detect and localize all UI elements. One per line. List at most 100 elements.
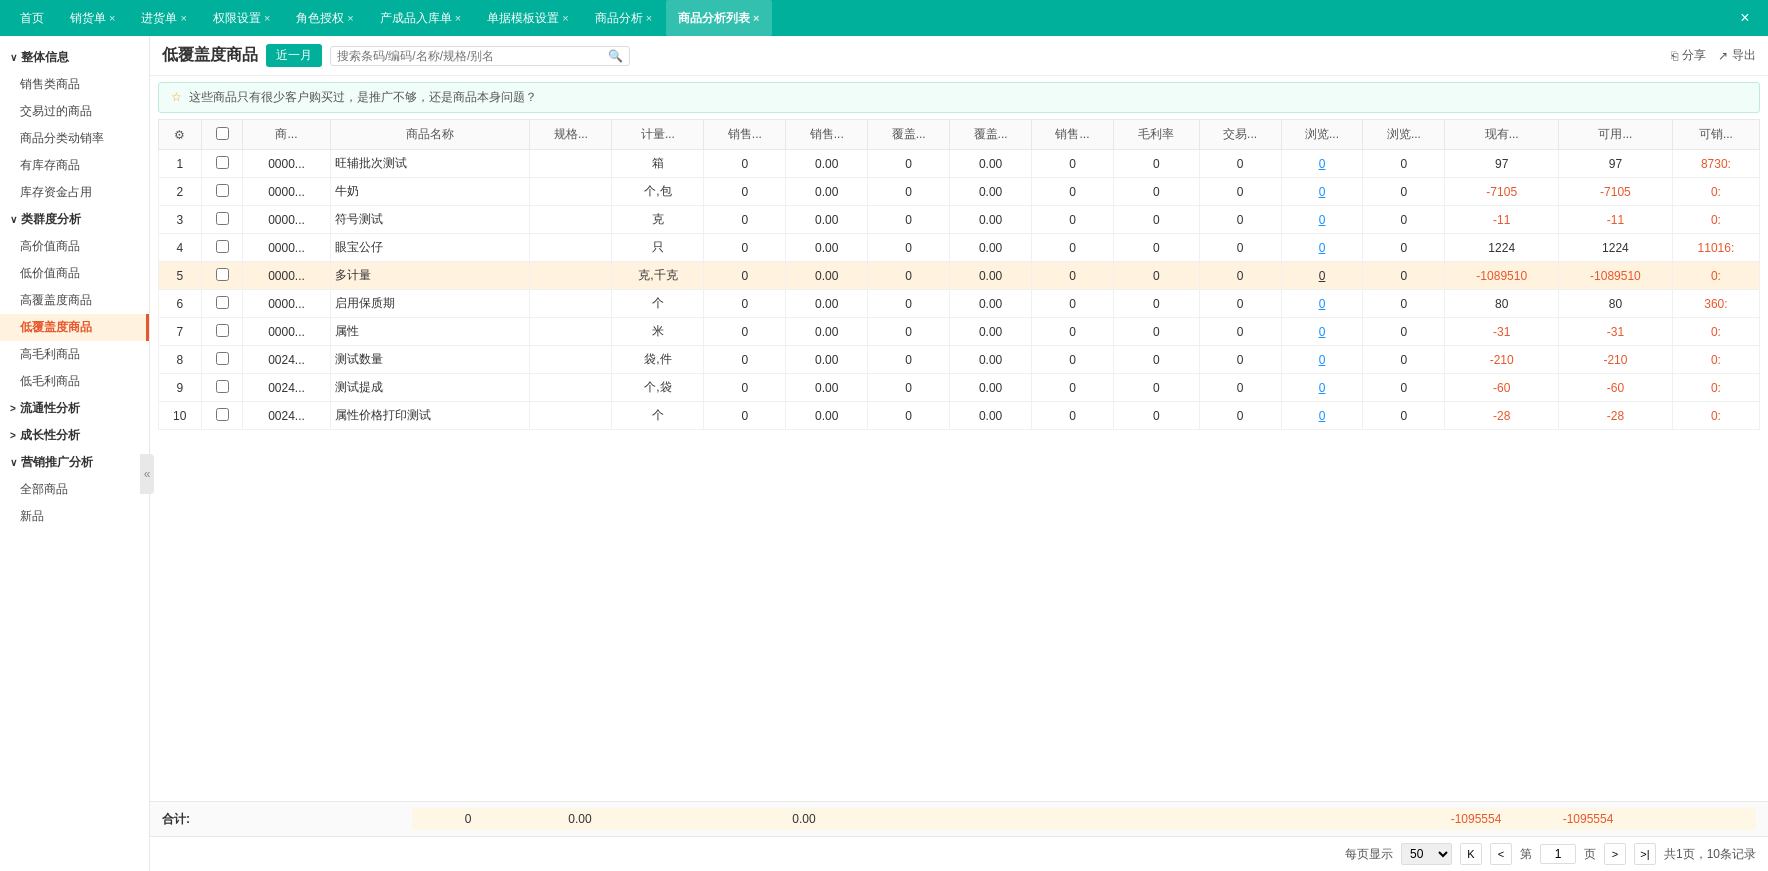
search-icon[interactable]: 🔍 (608, 49, 623, 63)
nav-close-sales[interactable]: × (109, 12, 115, 24)
nav-close-role[interactable]: × (347, 12, 353, 24)
share-button[interactable]: ⎗ 分享 (1671, 47, 1706, 64)
row-checkbox[interactable] (216, 324, 229, 337)
row-browse1[interactable]: 0 (1281, 262, 1363, 290)
row-check[interactable] (201, 262, 243, 290)
row-stock-avail: 1224 (1559, 234, 1673, 262)
nav-purchase[interactable]: 进货单 × (129, 0, 198, 36)
row-browse1[interactable]: 0 (1281, 206, 1363, 234)
summary-label: 合计: (162, 811, 190, 828)
nav-close-template[interactable]: × (562, 12, 568, 24)
sidebar-item-category-rate[interactable]: 商品分类动销率 (0, 125, 149, 152)
row-browse1[interactable]: 0 (1281, 290, 1363, 318)
row-name: 牛奶 (330, 178, 530, 206)
nav-close-purchase[interactable]: × (180, 12, 186, 24)
nav-close-analysis[interactable]: × (646, 12, 652, 24)
nav-home[interactable]: 首页 (8, 0, 56, 36)
row-trade: 0 (1199, 206, 1281, 234)
row-checkbox[interactable] (216, 184, 229, 197)
row-name: 属性 (330, 318, 530, 346)
sidebar-item-all-goods[interactable]: 全部商品 (0, 476, 149, 503)
row-check[interactable] (201, 150, 243, 178)
row-cover-qty: 0 (868, 374, 950, 402)
sidebar-item-high-coverage[interactable]: 高覆盖度商品 (0, 287, 149, 314)
nav-template[interactable]: 单据模板设置 × (475, 0, 580, 36)
sidebar-item-traded-goods[interactable]: 交易过的商品 (0, 98, 149, 125)
nav-inventory[interactable]: 产成品入库单 × (368, 0, 473, 36)
nav-role[interactable]: 角色授权 × (284, 0, 365, 36)
row-cover-rate: 0.00 (950, 262, 1032, 290)
row-gross-rate: 0 (1113, 150, 1199, 178)
row-checkbox[interactable] (216, 212, 229, 225)
row-stock-cur: 97 (1445, 150, 1559, 178)
row-checkbox[interactable] (216, 408, 229, 421)
page-input[interactable] (1540, 844, 1576, 864)
sidebar-section-cluster[interactable]: ∨ 类群度分析 (0, 206, 149, 233)
next-page-btn[interactable]: > (1604, 843, 1626, 865)
row-checkbox[interactable] (216, 156, 229, 169)
period-button[interactable]: 近一月 (266, 44, 322, 67)
nav-sales[interactable]: 销货单 × (58, 0, 127, 36)
row-browse1[interactable]: 0 (1281, 178, 1363, 206)
row-check[interactable] (201, 206, 243, 234)
row-check[interactable] (201, 290, 243, 318)
sidebar-item-high-value[interactable]: 高价值商品 (0, 233, 149, 260)
row-check[interactable] (201, 318, 243, 346)
row-checkbox[interactable] (216, 296, 229, 309)
sidebar-section-liquidity[interactable]: > 流通性分析 (0, 395, 149, 422)
sidebar-section-growth[interactable]: > 成长性分析 (0, 422, 149, 449)
row-browse1[interactable]: 0 (1281, 318, 1363, 346)
row-check[interactable] (201, 402, 243, 430)
summary-stock-sell (1644, 808, 1756, 830)
th-settings[interactable]: ⚙ (159, 120, 202, 150)
data-table-container[interactable]: ⚙ 商... 商品名称 规格... 计量... 销售... 销售... 覆盖..… (150, 119, 1768, 801)
nav-permissions[interactable]: 权限设置 × (201, 0, 282, 36)
section-arrow-cluster: ∨ (10, 214, 17, 225)
row-browse1[interactable]: 0 (1281, 150, 1363, 178)
window-close-btn[interactable]: × (1730, 3, 1760, 33)
nav-close-permissions[interactable]: × (264, 12, 270, 24)
nav-analysis-list[interactable]: 商品分析列表 × (666, 0, 771, 36)
sidebar-item-stocked-goods[interactable]: 有库存商品 (0, 152, 149, 179)
summary-stock-avail: -1095554 (1532, 808, 1644, 830)
row-browse1[interactable]: 0 (1281, 346, 1363, 374)
row-checkbox[interactable] (216, 352, 229, 365)
row-sales-qty: 0 (704, 178, 786, 206)
last-page-btn[interactable]: >| (1634, 843, 1656, 865)
sidebar-item-low-value[interactable]: 低价值商品 (0, 260, 149, 287)
sidebar-item-new-goods[interactable]: 新品 (0, 503, 149, 530)
row-checkbox[interactable] (216, 268, 229, 281)
sidebar-item-high-margin[interactable]: 高毛利商品 (0, 341, 149, 368)
search-input[interactable] (337, 49, 608, 63)
row-checkbox[interactable] (216, 240, 229, 253)
row-check[interactable] (201, 234, 243, 262)
sidebar-item-stock-capital[interactable]: 库存资金占用 (0, 179, 149, 206)
per-page-select[interactable]: 50 20 100 (1401, 843, 1452, 865)
row-check[interactable] (201, 178, 243, 206)
row-check[interactable] (201, 374, 243, 402)
sidebar-item-low-margin[interactable]: 低毛利商品 (0, 368, 149, 395)
th-check[interactable] (201, 120, 243, 150)
sidebar-item-sales-goods[interactable]: 销售类商品 (0, 71, 149, 98)
nav-close-inventory[interactable]: × (455, 12, 461, 24)
export-button[interactable]: ↗ 导出 (1718, 47, 1756, 64)
row-checkbox[interactable] (216, 380, 229, 393)
row-code: 0024... (243, 402, 330, 430)
row-stock-sell: 360: (1672, 290, 1759, 318)
row-browse1[interactable]: 0 (1281, 402, 1363, 430)
sidebar-section-overview[interactable]: ∨ 整体信息 (0, 44, 149, 71)
row-browse1[interactable]: 0 (1281, 374, 1363, 402)
row-check[interactable] (201, 346, 243, 374)
sidebar-item-low-coverage[interactable]: 低覆盖度商品 (0, 314, 149, 341)
sidebar-section-marketing[interactable]: ∨ 营销推广分析 (0, 449, 149, 476)
select-all-checkbox[interactable] (216, 127, 229, 140)
nav-analysis[interactable]: 商品分析 × (583, 0, 664, 36)
row-sales-amt: 0.00 (786, 234, 868, 262)
row-browse1[interactable]: 0 (1281, 234, 1363, 262)
first-page-btn[interactable]: K (1460, 843, 1482, 865)
star-icon: ☆ (171, 90, 182, 104)
prev-page-btn[interactable]: < (1490, 843, 1512, 865)
sidebar-collapse-btn[interactable]: « (140, 454, 154, 494)
row-stock-avail: -1089510 (1559, 262, 1673, 290)
nav-close-analysis-list[interactable]: × (753, 12, 759, 24)
